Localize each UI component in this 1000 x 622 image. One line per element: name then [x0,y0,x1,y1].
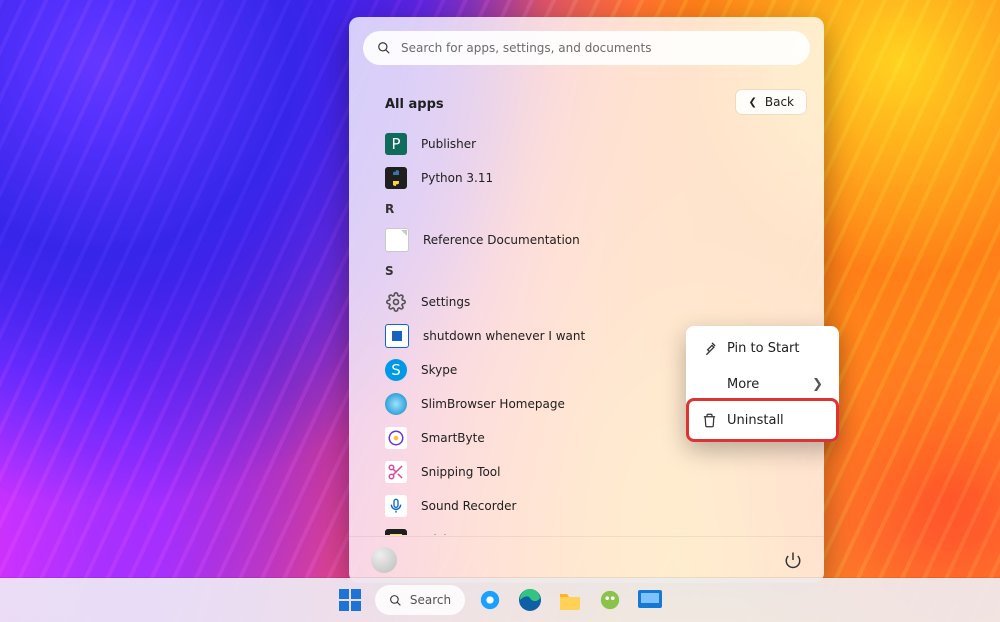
start-menu: Search for apps, settings, and documents… [349,17,824,583]
sticky-notes-icon [385,529,407,535]
app-label: Settings [421,295,470,309]
app-sticky-notes[interactable]: Sticky Notes [377,523,796,535]
pin-icon [702,341,717,356]
taskbar: Search [0,578,1000,622]
app-publisher[interactable]: P Publisher [377,127,796,161]
back-button[interactable]: ❮ Back [736,90,806,114]
menu-label: More [727,377,759,392]
section-r[interactable]: R [377,195,796,223]
menu-label: Uninstall [727,413,784,428]
windows-icon [339,589,361,611]
app-label: Skype [421,363,457,377]
app-context-menu: Pin to Start More ❯ Uninstall [686,326,839,442]
shortcut-icon [385,324,409,348]
chevron-right-icon: ❯ [812,377,823,392]
taskbar-edge[interactable] [515,585,545,615]
section-s[interactable]: S [377,257,796,285]
start-footer [349,536,824,583]
search-icon [389,594,402,607]
taskbar-app-1[interactable] [595,585,625,615]
menu-uninstall[interactable]: Uninstall [690,402,835,438]
app-reference-documentation[interactable]: Reference Documentation [377,223,796,257]
start-button[interactable] [335,585,365,615]
user-avatar[interactable] [371,547,397,573]
search-icon [377,41,391,55]
menu-label: Pin to Start [727,341,799,356]
python-icon [385,167,407,189]
app-label: shutdown whenever I want [423,329,585,343]
gear-icon [385,291,407,313]
search-box[interactable]: Search for apps, settings, and documents [363,31,810,65]
menu-pin-to-start[interactable]: Pin to Start [690,330,835,366]
trash-icon [702,413,717,428]
app-label: Publisher [421,137,476,151]
app-snipping-tool[interactable]: Snipping Tool [377,455,796,489]
smartbyte-icon [385,427,407,449]
publisher-icon: P [385,133,407,155]
app-label: SlimBrowser Homepage [421,397,565,411]
microphone-icon [385,495,407,517]
search-placeholder: Search for apps, settings, and documents [401,41,652,55]
back-label: Back [765,95,794,109]
app-settings[interactable]: Settings [377,285,796,319]
taskbar-search[interactable]: Search [375,585,465,615]
taskbar-copilot[interactable] [475,585,505,615]
app-label: Snipping Tool [421,465,500,479]
app-label: SmartByte [421,431,485,445]
document-icon [385,228,409,252]
taskbar-search-label: Search [410,593,451,607]
app-label: Reference Documentation [423,233,580,247]
globe-icon [385,393,407,415]
taskbar-app-2[interactable] [635,585,665,615]
taskbar-file-explorer[interactable] [555,585,585,615]
menu-more[interactable]: More ❯ [690,366,835,402]
app-sound-recorder[interactable]: Sound Recorder [377,489,796,523]
scissors-icon [385,461,407,483]
app-label: Python 3.11 [421,171,493,185]
all-apps-heading: All apps [385,97,444,112]
skype-icon: S [385,359,407,381]
app-label: Sticky Notes [421,533,495,535]
app-label: Sound Recorder [421,499,516,513]
power-button[interactable] [784,551,802,569]
app-python[interactable]: Python 3.11 [377,161,796,195]
chevron-left-icon: ❮ [748,97,756,108]
